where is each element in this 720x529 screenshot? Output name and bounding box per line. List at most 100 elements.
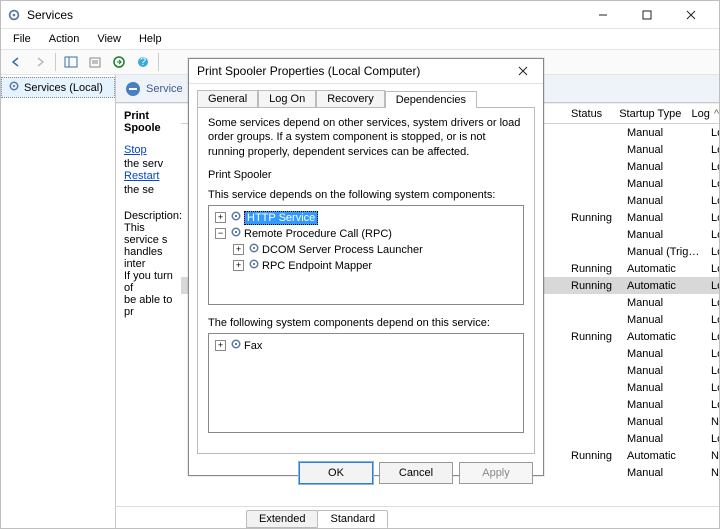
properties-button[interactable] bbox=[84, 51, 106, 73]
close-button[interactable] bbox=[669, 1, 713, 28]
window-title: Services bbox=[27, 8, 581, 22]
cell-logon: Loc bbox=[711, 246, 719, 258]
cell-startup: Automatic bbox=[627, 263, 711, 275]
gear-icon bbox=[230, 226, 242, 241]
export-button[interactable] bbox=[108, 51, 130, 73]
expand-icon[interactable]: + bbox=[215, 212, 226, 223]
cell-startup: Manual bbox=[627, 399, 711, 411]
tab-recovery[interactable]: Recovery bbox=[316, 90, 384, 107]
chevron-up-icon: ^ bbox=[714, 108, 719, 120]
cell-logon: Net bbox=[711, 416, 719, 428]
bottom-tabs: Extended Standard bbox=[116, 506, 719, 528]
expand-icon[interactable]: + bbox=[233, 260, 244, 271]
cell-startup: Manual bbox=[627, 161, 711, 173]
forward-button[interactable] bbox=[29, 51, 51, 73]
restart-line: Restart the se bbox=[124, 170, 181, 196]
stop-link[interactable]: Stop bbox=[124, 144, 181, 156]
dialog-buttons: OK Cancel Apply bbox=[189, 462, 543, 484]
cell-logon: Loc bbox=[711, 127, 719, 139]
menu-help[interactable]: Help bbox=[131, 31, 170, 47]
gear-icon bbox=[230, 338, 242, 353]
dialog-service-name: Print Spooler bbox=[208, 169, 524, 181]
description-line: handles inter bbox=[124, 246, 181, 270]
show-hide-tree-button[interactable] bbox=[60, 51, 82, 73]
cell-status: Running bbox=[571, 331, 627, 343]
ok-button[interactable]: OK bbox=[299, 462, 373, 484]
cell-startup: Manual bbox=[627, 416, 711, 428]
maximize-button[interactable] bbox=[625, 1, 669, 28]
selected-service-name: Print Spoole bbox=[124, 110, 181, 134]
cell-logon: Loc bbox=[711, 144, 719, 156]
col-logon[interactable]: Log^ bbox=[691, 108, 719, 120]
expand-icon[interactable]: + bbox=[233, 244, 244, 255]
dependents-tree[interactable]: + Fax bbox=[208, 333, 524, 433]
gear-icon bbox=[248, 242, 260, 257]
dialog-titlebar: Print Spooler Properties (Local Computer… bbox=[189, 59, 543, 84]
tab-logon[interactable]: Log On bbox=[258, 90, 316, 107]
menu-view[interactable]: View bbox=[89, 31, 129, 47]
cell-startup: Manual bbox=[627, 433, 711, 445]
description-label: Description: bbox=[124, 210, 181, 222]
cell-logon: Loc bbox=[711, 314, 719, 326]
cell-startup: Automatic bbox=[627, 450, 711, 462]
back-button[interactable] bbox=[5, 51, 27, 73]
dependencies-intro: Some services depend on other services, … bbox=[208, 116, 524, 159]
cell-logon: Loc bbox=[711, 263, 719, 275]
tree-node-fax[interactable]: + Fax bbox=[215, 338, 517, 354]
dependents-label: The following system components depend o… bbox=[208, 317, 524, 329]
svg-text:?: ? bbox=[140, 56, 146, 68]
collapse-icon[interactable]: − bbox=[215, 228, 226, 239]
menubar: File Action View Help bbox=[1, 29, 719, 49]
tree-node-label: HTTP Service bbox=[244, 211, 318, 225]
cancel-button[interactable]: Cancel bbox=[379, 462, 453, 484]
dialog-close-button[interactable] bbox=[511, 59, 535, 83]
help-button[interactable]: ? bbox=[132, 51, 154, 73]
app-icon bbox=[7, 8, 21, 22]
cell-logon: Loc bbox=[711, 433, 719, 445]
description-line: If you turn of bbox=[124, 270, 181, 294]
minimize-button[interactable] bbox=[581, 1, 625, 28]
left-tree-pane[interactable]: Services (Local) bbox=[1, 75, 116, 528]
dialog-tabs: General Log On Recovery Dependencies bbox=[197, 90, 535, 107]
tree-node-http[interactable]: + HTTP Service bbox=[215, 210, 517, 226]
tree-node-label: Services (Local) bbox=[24, 82, 103, 94]
cell-startup: Manual bbox=[627, 365, 711, 377]
header-icon bbox=[126, 82, 140, 96]
cell-logon: Loc bbox=[711, 297, 719, 309]
menu-action[interactable]: Action bbox=[41, 31, 88, 47]
col-status[interactable]: Status bbox=[571, 108, 619, 120]
cell-logon: Net bbox=[711, 467, 719, 479]
cell-status: Running bbox=[571, 212, 627, 224]
restart-link[interactable]: Restart bbox=[124, 170, 181, 182]
pane-header-text: Service bbox=[146, 83, 183, 95]
tab-standard[interactable]: Standard bbox=[317, 510, 388, 528]
cell-startup: Automatic bbox=[627, 331, 711, 343]
apply-button[interactable]: Apply bbox=[459, 462, 533, 484]
tab-general[interactable]: General bbox=[197, 90, 258, 107]
cell-logon: Loc bbox=[711, 365, 719, 377]
tree-node-rpc[interactable]: − Remote Procedure Call (RPC) bbox=[215, 226, 517, 242]
col-startup[interactable]: Startup Type bbox=[619, 108, 691, 120]
tree-node-dcom[interactable]: + DCOM Server Process Launcher bbox=[215, 242, 517, 258]
cell-status: Running bbox=[571, 263, 627, 275]
tab-dependencies[interactable]: Dependencies bbox=[385, 91, 477, 108]
cell-startup: Manual bbox=[627, 144, 711, 156]
cell-logon: Loc bbox=[711, 382, 719, 394]
tree-node-rpc-endpoint[interactable]: + RPC Endpoint Mapper bbox=[215, 258, 517, 274]
tree-node-services-local[interactable]: Services (Local) bbox=[1, 77, 115, 98]
cell-startup: Manual bbox=[627, 467, 711, 479]
cell-logon: Loc bbox=[711, 178, 719, 190]
expand-icon[interactable]: + bbox=[215, 340, 226, 351]
cell-logon: Net bbox=[711, 450, 719, 462]
gear-icon bbox=[248, 258, 260, 273]
menu-file[interactable]: File bbox=[5, 31, 39, 47]
depends-on-tree[interactable]: + HTTP Service − Remote Procedure Call (… bbox=[208, 205, 524, 305]
cell-startup: Manual bbox=[627, 195, 711, 207]
tab-extended[interactable]: Extended bbox=[246, 510, 318, 528]
cell-startup: Manual bbox=[627, 229, 711, 241]
tree-node-label: Fax bbox=[244, 340, 262, 352]
tree-node-label: Remote Procedure Call (RPC) bbox=[244, 228, 392, 240]
cell-logon: Loc bbox=[711, 212, 719, 224]
cell-status: Running bbox=[571, 450, 627, 462]
cell-startup: Manual bbox=[627, 382, 711, 394]
